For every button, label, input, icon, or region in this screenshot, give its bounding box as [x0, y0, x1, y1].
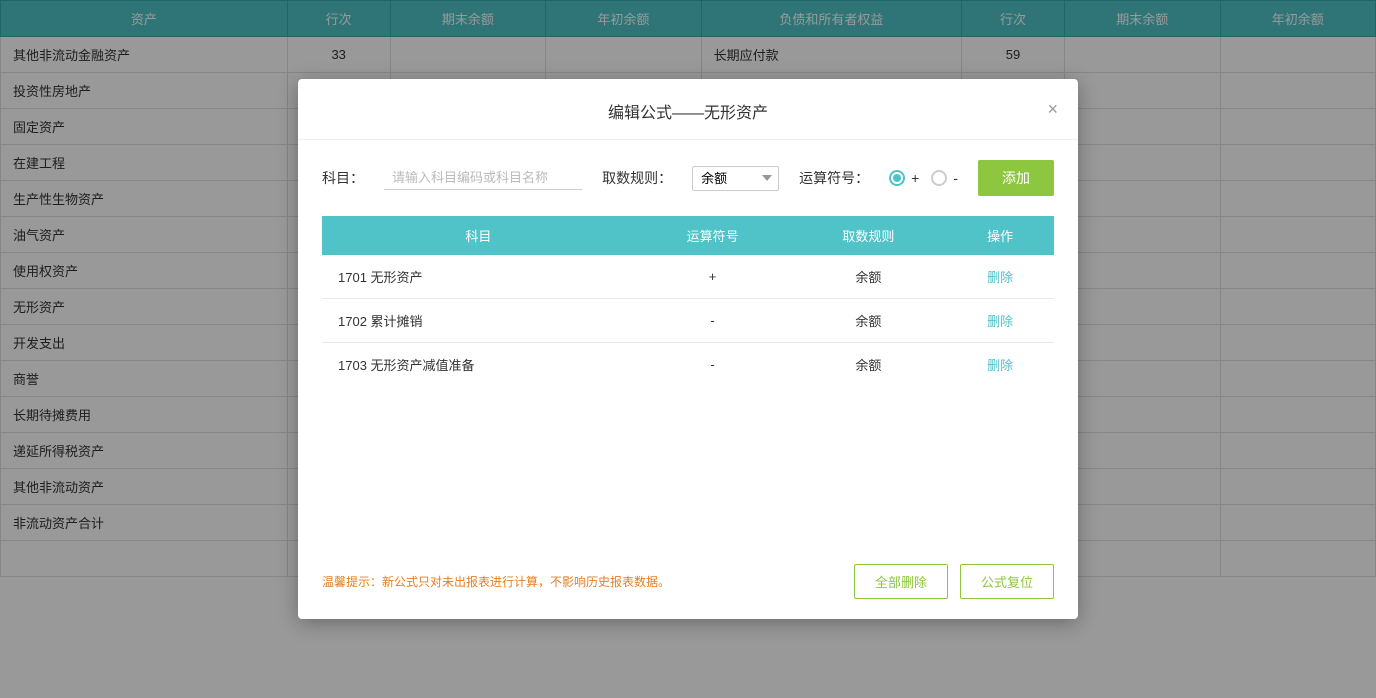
table-row: 1701 无形资产+余额 删除 — [322, 255, 1054, 299]
rule-select-wrapper: 余额 借方 贷方 借方累计 贷方累计 — [692, 166, 779, 191]
modal-header: 编辑公式——无形资产 × — [298, 79, 1078, 140]
form-row: 科目： 取数规则： 余额 借方 贷方 借方累计 贷方累计 运算符号： + — [298, 140, 1078, 216]
delete-link[interactable]: 删除 — [987, 314, 1013, 329]
subject-cell: 1703 无形资产减值准备 — [322, 343, 635, 387]
subject-cell: 1702 累计摊销 — [322, 299, 635, 343]
inner-table: 科目 运算符号 取数规则 操作 1701 无形资产+余额删除1702 累计摊销-… — [322, 216, 1054, 386]
hint-text: 温馨提示：新公式只对未出报表进行计算，不影响历史报表数据。 — [322, 573, 670, 590]
table-row: 1702 累计摊销-余额 删除 — [322, 299, 1054, 343]
inner-col-operator: 运算符号 — [635, 216, 791, 255]
action-cell[interactable]: 删除 — [946, 299, 1054, 343]
action-cell[interactable]: 删除 — [946, 343, 1054, 387]
modal-close-button[interactable]: × — [1047, 100, 1058, 118]
radio-minus-circle — [931, 170, 947, 186]
inner-col-rule: 取数规则 — [791, 216, 947, 255]
delete-link[interactable]: 删除 — [987, 358, 1013, 373]
operator-minus-label: - — [953, 170, 958, 186]
inner-col-action: 操作 — [946, 216, 1054, 255]
modal-dialog: 编辑公式——无形资产 × 科目： 取数规则： 余额 借方 贷方 借方累计 贷方累… — [298, 79, 1078, 619]
inner-table-wrapper: 科目 运算符号 取数规则 操作 1701 无形资产+余额删除1702 累计摊销-… — [298, 216, 1078, 544]
footer-buttons: 全部删除 公式复位 — [854, 564, 1054, 599]
rule-cell: 余额 — [791, 255, 947, 299]
reset-button[interactable]: 公式复位 — [960, 564, 1054, 599]
subject-label: 科目： — [322, 168, 364, 188]
rule-select[interactable]: 余额 借方 贷方 借方累计 贷方累计 — [692, 166, 779, 191]
operator-plus-label: + — [911, 170, 919, 186]
modal-title: 编辑公式——无形资产 — [608, 99, 768, 123]
rule-cell: 余额 — [791, 343, 947, 387]
delete-all-button[interactable]: 全部删除 — [854, 564, 948, 599]
rule-label: 取数规则： — [602, 168, 672, 188]
delete-link[interactable]: 删除 — [987, 270, 1013, 285]
table-row: 1703 无形资产减值准备-余额 删除 — [322, 343, 1054, 387]
subject-input[interactable] — [384, 166, 582, 190]
modal-footer: 温馨提示：新公式只对未出报表进行计算，不影响历史报表数据。 全部删除 公式复位 — [298, 544, 1078, 619]
add-button[interactable]: 添加 — [978, 160, 1054, 196]
operator-label: 运算符号： — [799, 168, 869, 188]
modal-overlay: 编辑公式——无形资产 × 科目： 取数规则： 余额 借方 贷方 借方累计 贷方累… — [0, 0, 1376, 698]
operator-group: + - — [889, 170, 958, 186]
operator-cell: + — [635, 255, 791, 299]
subject-cell: 1701 无形资产 — [322, 255, 635, 299]
rule-cell: 余额 — [791, 299, 947, 343]
radio-plus-circle — [889, 170, 905, 186]
operator-cell: - — [635, 299, 791, 343]
operator-cell: - — [635, 343, 791, 387]
operator-minus-option[interactable]: - — [931, 170, 958, 186]
operator-plus-option[interactable]: + — [889, 170, 919, 186]
inner-col-subject: 科目 — [322, 216, 635, 255]
action-cell[interactable]: 删除 — [946, 255, 1054, 299]
